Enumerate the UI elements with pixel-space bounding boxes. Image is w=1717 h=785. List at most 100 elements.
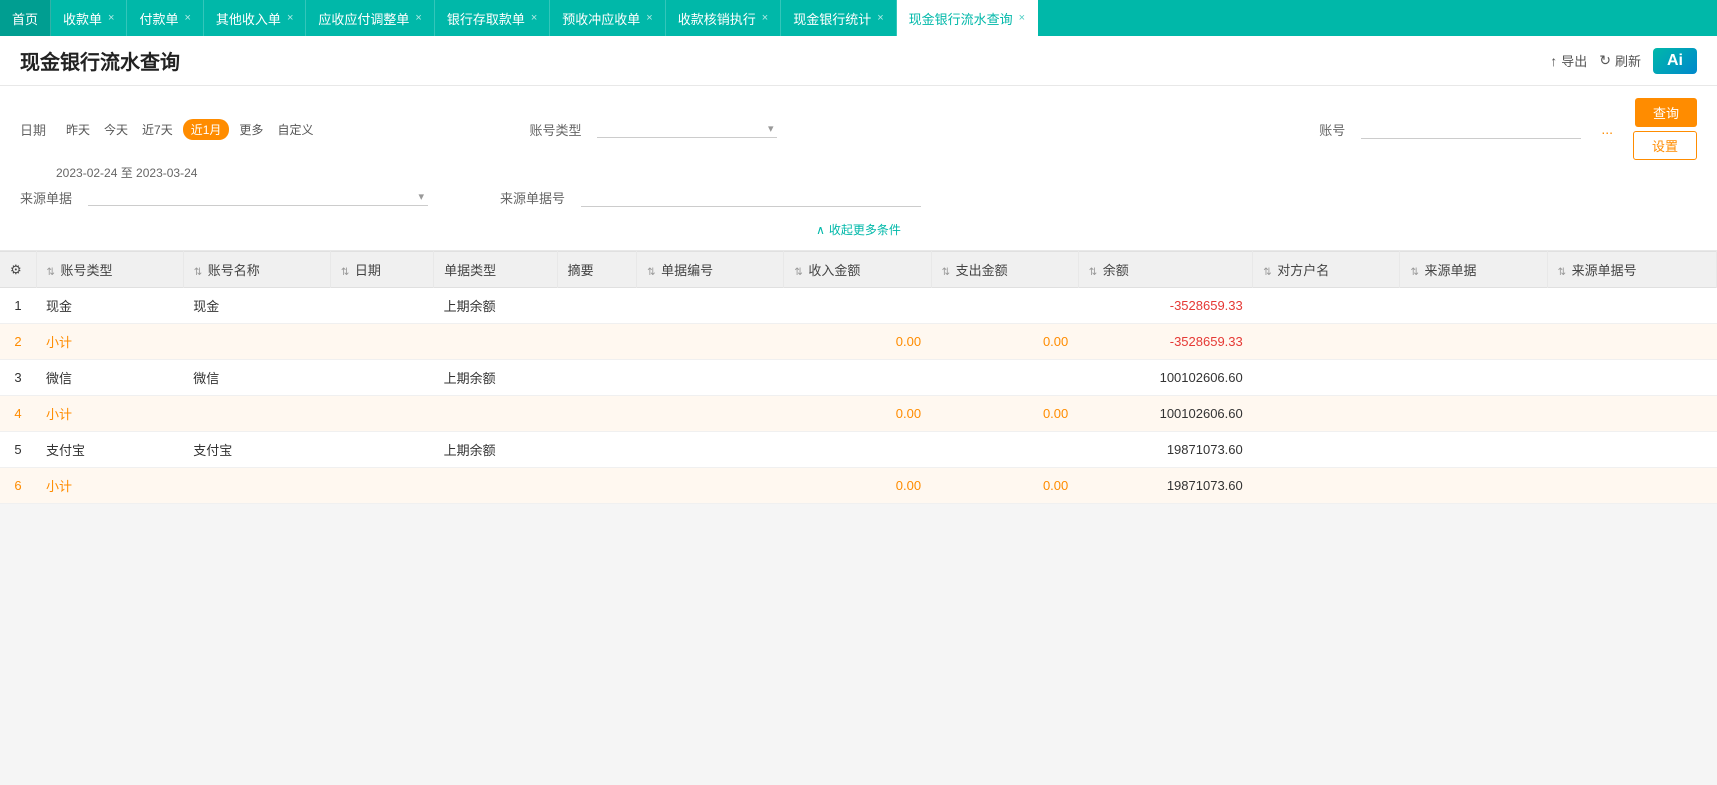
filter-row-2: 来源单据 ▾ 来源单据号 xyxy=(20,187,1697,207)
table-row[interactable]: 3 微信 微信 上期余额 100102606.60 xyxy=(0,360,1717,396)
nav-tab-adjustment[interactable]: 应收应付调整单 × xyxy=(306,0,434,36)
cell-source-doc xyxy=(1400,360,1547,396)
collapse-bar[interactable]: ∧ 收起更多条件 xyxy=(20,217,1697,242)
cell-account-name xyxy=(183,324,330,360)
date-option-yesterday[interactable]: 昨天 xyxy=(62,119,94,140)
cell-doc-type: 上期余额 xyxy=(434,360,558,396)
col-header-doc-type[interactable]: 单据类型 xyxy=(434,252,558,288)
date-option-more[interactable]: 更多 xyxy=(235,119,267,140)
nav-tab-other-income[interactable]: 其他收入单 × xyxy=(204,0,306,36)
close-icon[interactable]: × xyxy=(1019,12,1025,24)
nav-tab-cash-stats[interactable]: 现金银行统计 × xyxy=(781,0,896,36)
cell-income xyxy=(784,432,931,468)
close-icon[interactable]: × xyxy=(287,12,293,24)
cell-source-doc-no xyxy=(1547,432,1716,468)
cell-account-name xyxy=(183,468,330,504)
close-icon[interactable]: × xyxy=(184,12,190,24)
settings-button[interactable]: 设置 xyxy=(1633,131,1697,160)
col-label-source-doc: 来源单据 xyxy=(1424,263,1476,278)
sort-icon: ⇅ xyxy=(1263,267,1271,278)
col-header-counterpart[interactable]: ⇅ 对方户名 xyxy=(1253,252,1400,288)
col-label-counterpart: 对方户名 xyxy=(1277,263,1329,278)
cell-doc-no xyxy=(637,360,784,396)
col-header-account-name[interactable]: ⇅ 账号名称 xyxy=(183,252,330,288)
table-row[interactable]: 6 小计 0.00 0.00 19871073.60 xyxy=(0,468,1717,504)
date-options: 昨天 今天 近7天 近1月 更多 自定义 xyxy=(62,119,317,140)
cell-doc-no xyxy=(637,432,784,468)
date-option-7days[interactable]: 近7天 xyxy=(138,119,177,140)
table-row[interactable]: 5 支付宝 支付宝 上期余额 19871073.60 xyxy=(0,432,1717,468)
close-icon[interactable]: × xyxy=(877,12,883,24)
filter-section: 日期 昨天 今天 近7天 近1月 更多 自定义 账号类型 ▾ 账号 xyxy=(20,98,1697,242)
refresh-label: 刷新 xyxy=(1615,51,1641,70)
nav-tab-write-off[interactable]: 收款核销执行 × xyxy=(666,0,781,36)
cell-date xyxy=(330,432,433,468)
cell-summary xyxy=(557,468,637,504)
close-icon[interactable]: × xyxy=(646,12,652,24)
nav-tab-receipt[interactable]: 收款单 × xyxy=(51,0,127,36)
row-num: 1 xyxy=(0,288,36,324)
col-header-income[interactable]: ⇅ 收入金额 xyxy=(784,252,931,288)
cell-doc-no xyxy=(637,468,784,504)
export-button[interactable]: ↑ 导出 xyxy=(1550,51,1587,70)
close-icon[interactable]: × xyxy=(762,12,768,24)
account-input[interactable] xyxy=(1361,119,1581,139)
nav-tab-other-income-label: 其他收入单 xyxy=(216,9,281,28)
table-row[interactable]: 4 小计 0.00 0.00 100102606.60 xyxy=(0,396,1717,432)
col-label-doc-type: 单据类型 xyxy=(444,263,496,278)
close-icon[interactable]: × xyxy=(108,12,114,24)
date-option-custom[interactable]: 自定义 xyxy=(273,119,317,140)
export-icon: ↑ xyxy=(1550,53,1557,69)
cell-doc-type: 上期余额 xyxy=(434,288,558,324)
nav-tab-payment[interactable]: 付款单 × xyxy=(127,0,203,36)
sort-icon: ⇅ xyxy=(942,267,950,278)
source-doc-select[interactable]: ▾ xyxy=(88,188,428,206)
col-header-date[interactable]: ⇅ 日期 xyxy=(330,252,433,288)
table-row[interactable]: 1 现金 现金 上期余额 -3528659.33 xyxy=(0,288,1717,324)
date-option-today[interactable]: 今天 xyxy=(100,119,132,140)
nav-tab-bank-deposit[interactable]: 银行存取款单 × xyxy=(435,0,550,36)
date-label: 日期 xyxy=(20,120,46,139)
ai-badge[interactable]: Ai xyxy=(1653,48,1697,74)
cell-source-doc xyxy=(1400,396,1547,432)
sort-icon: ⇅ xyxy=(47,267,55,278)
refresh-button[interactable]: ↻ 刷新 xyxy=(1599,51,1641,70)
query-button[interactable]: 查询 xyxy=(1635,98,1697,127)
source-doc-no-input[interactable] xyxy=(581,187,921,207)
col-header-source-doc-no[interactable]: ⇅ 来源单据号 xyxy=(1547,252,1716,288)
close-icon[interactable]: × xyxy=(531,12,537,24)
col-header-balance[interactable]: ⇅ 余额 xyxy=(1078,252,1252,288)
close-icon[interactable]: × xyxy=(415,12,421,24)
cell-date xyxy=(330,468,433,504)
cell-summary xyxy=(557,288,637,324)
account-dots-icon[interactable]: ... xyxy=(1597,121,1617,137)
sort-icon: ⇅ xyxy=(1410,267,1418,278)
cell-summary xyxy=(557,396,637,432)
cell-account-type: 小计 xyxy=(36,324,183,360)
row-num: 4 xyxy=(0,396,36,432)
cell-account-type: 小计 xyxy=(36,468,183,504)
col-header-summary[interactable]: 摘要 xyxy=(557,252,637,288)
cell-source-doc xyxy=(1400,324,1547,360)
col-header-doc-no[interactable]: ⇅ 单据编号 xyxy=(637,252,784,288)
date-option-1month[interactable]: 近1月 xyxy=(183,119,230,140)
col-header-source-doc[interactable]: ⇅ 来源单据 xyxy=(1400,252,1547,288)
nav-tab-write-off-label: 收款核销执行 xyxy=(678,9,756,28)
nav-tab-advance-offset[interactable]: 预收冲应收单 × xyxy=(550,0,665,36)
cell-account-name: 微信 xyxy=(183,360,330,396)
cell-balance: 100102606.60 xyxy=(1078,396,1252,432)
col-header-gear[interactable]: ⚙ xyxy=(0,252,36,288)
row-num: 2 xyxy=(0,324,36,360)
col-header-account-type[interactable]: ⇅ 账号类型 xyxy=(36,252,183,288)
account-type-select[interactable]: ▾ xyxy=(597,120,777,138)
nav-tab-cash-flow[interactable]: 现金银行流水查询 × xyxy=(897,0,1038,36)
col-header-expense[interactable]: ⇅ 支出金额 xyxy=(931,252,1078,288)
table-row[interactable]: 2 小计 0.00 0.00 -3528659.33 xyxy=(0,324,1717,360)
cell-income: 0.00 xyxy=(784,396,931,432)
cell-income xyxy=(784,288,931,324)
col-label-date: 日期 xyxy=(355,263,381,278)
col-label-expense: 支出金额 xyxy=(956,263,1008,278)
cell-date xyxy=(330,360,433,396)
cell-doc-type xyxy=(434,396,558,432)
nav-tab-home[interactable]: 首页 xyxy=(0,0,51,36)
